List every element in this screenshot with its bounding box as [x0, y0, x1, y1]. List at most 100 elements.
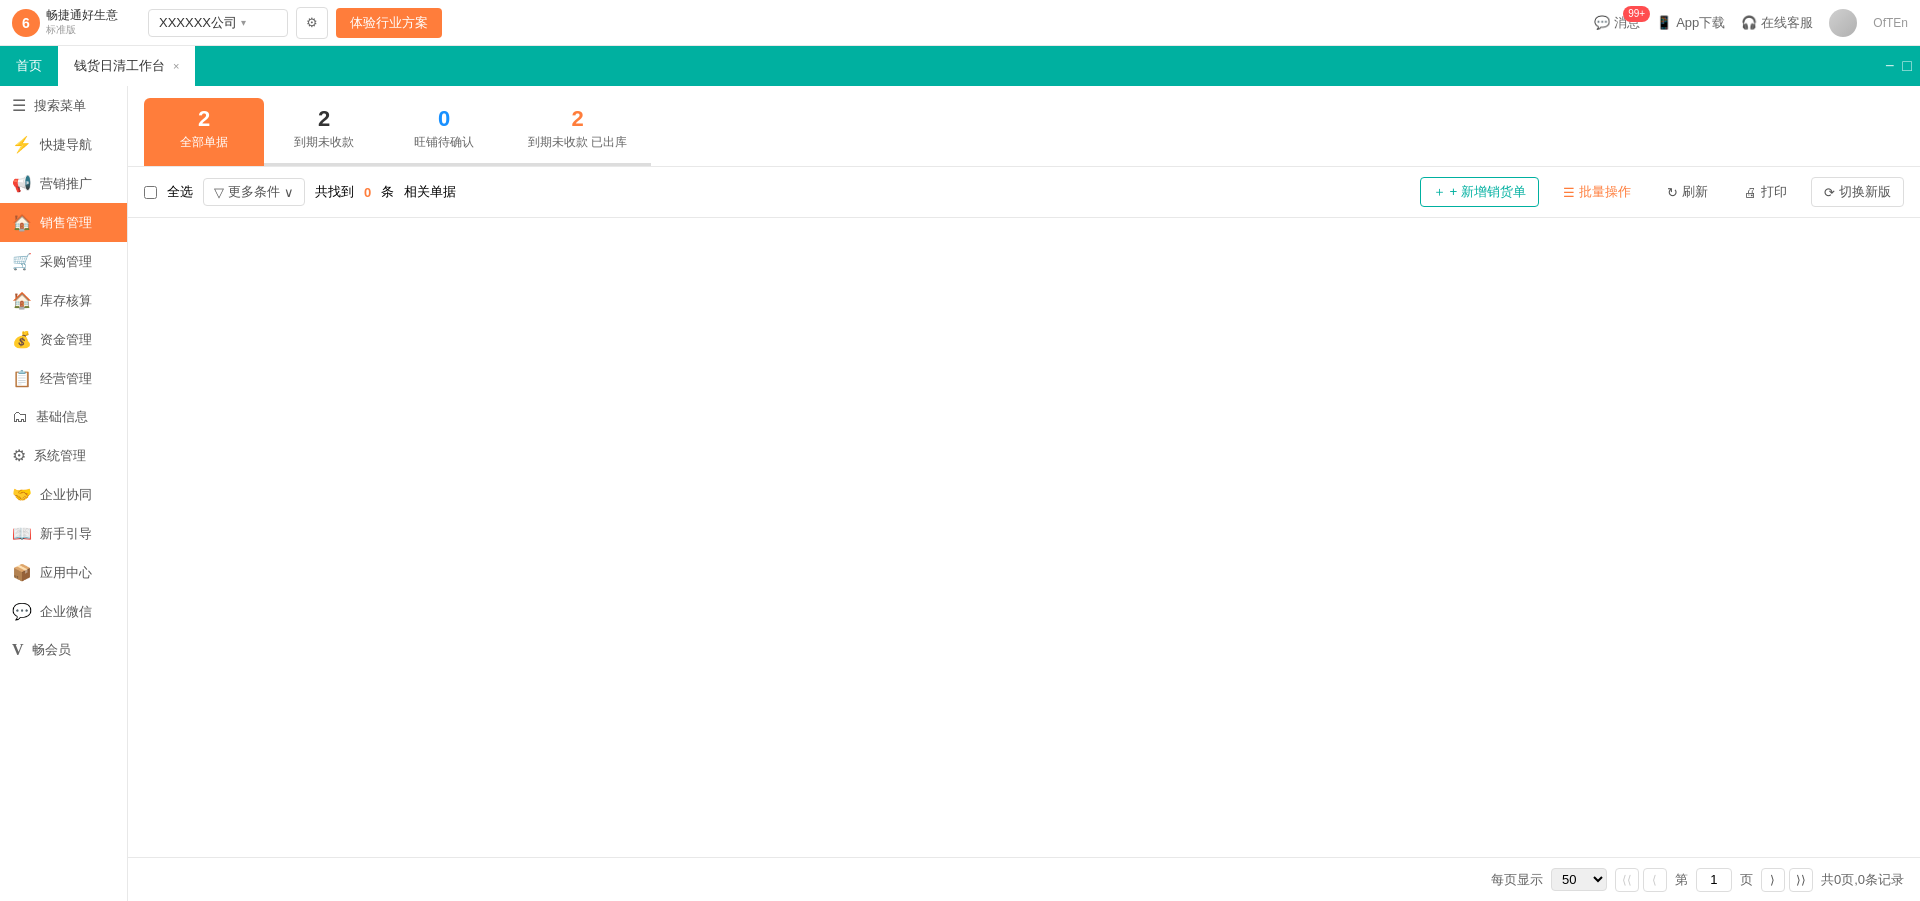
- sidebar-label-quick-nav: 快捷导航: [40, 136, 92, 154]
- refresh-icon: ↻: [1667, 185, 1678, 200]
- online-service-label: 在线客服: [1761, 14, 1813, 32]
- logo-sub: 标准版: [46, 23, 118, 37]
- page-nav: ⟨⟨ ⟨ 第 页 ⟩ ⟩⟩: [1615, 868, 1813, 892]
- company-name: XXXXXX公司: [159, 14, 237, 32]
- sidebar-item-guide[interactable]: 📖 新手引导: [0, 514, 127, 553]
- stats-tabs: 2 全部单据 2 到期未收款 0 旺铺待确认 2 到期未收款 已出库: [144, 98, 1904, 166]
- tab-home-label: 首页: [16, 57, 42, 75]
- quick-nav-icon: ⚡: [12, 135, 32, 154]
- sidebar-label-weixin: 企业微信: [40, 603, 92, 621]
- table-area: [128, 218, 1920, 857]
- sidebar-item-inventory[interactable]: 🏠 库存核算: [0, 281, 127, 320]
- stat-tab-all[interactable]: 2 全部单据: [144, 98, 264, 166]
- tab-home[interactable]: 首页: [0, 46, 58, 86]
- page-suffix-label: 页: [1740, 871, 1753, 889]
- batch-label: 批量操作: [1579, 183, 1631, 201]
- weixin-icon: 💬: [12, 602, 32, 621]
- page-input[interactable]: [1696, 868, 1732, 892]
- minimize-icon[interactable]: −: [1885, 57, 1894, 75]
- tab-work-bench-label: 钱货日清工作台: [74, 57, 165, 75]
- sidebar-label-purchase: 采购管理: [40, 253, 92, 271]
- sidebar-item-marketing[interactable]: 📢 营销推广: [0, 164, 127, 203]
- tab-close-icon[interactable]: ×: [173, 60, 179, 72]
- operation-icon: 📋: [12, 369, 32, 388]
- maximize-icon[interactable]: □: [1902, 57, 1912, 75]
- inventory-icon: 🏠: [12, 291, 32, 310]
- page-last-button[interactable]: ⟩⟩: [1789, 868, 1813, 892]
- stat-num-pending: 0: [438, 106, 450, 132]
- search-menu-icon: ☰: [12, 96, 26, 115]
- username-area[interactable]: OfTEn: [1873, 16, 1908, 30]
- sidebar-label-system: 系统管理: [34, 447, 86, 465]
- sidebar-label-capital: 资金管理: [40, 331, 92, 349]
- avatar[interactable]: [1829, 9, 1857, 37]
- page-total-info: 共0页,0条记录: [1821, 871, 1904, 889]
- page-size-select[interactable]: 20 50 100: [1551, 868, 1607, 891]
- sidebar-label-marketing: 营销推广: [40, 175, 92, 193]
- sidebar-item-search-menu[interactable]: ☰ 搜索菜单: [0, 86, 127, 125]
- sidebar-item-quick-nav[interactable]: ⚡ 快捷导航: [0, 125, 127, 164]
- sidebar-item-system[interactable]: ⚙ 系统管理: [0, 436, 127, 475]
- new-sale-button[interactable]: ＋ + 新增销货单: [1420, 177, 1540, 207]
- select-all-checkbox[interactable]: [144, 186, 157, 199]
- enterprise-icon: 🤝: [12, 485, 32, 504]
- print-label: 打印: [1761, 183, 1787, 201]
- stat-tab-overdue[interactable]: 2 到期未收款: [264, 98, 384, 166]
- service-icon: 🎧: [1741, 15, 1757, 30]
- sidebar-item-enterprise[interactable]: 🤝 企业协同: [0, 475, 127, 514]
- system-icon: ⚙: [12, 446, 26, 465]
- sidebar-item-base-info[interactable]: 🗂 基础信息: [0, 398, 127, 436]
- sidebar-item-app-center[interactable]: 📦 应用中心: [0, 553, 127, 592]
- batch-button[interactable]: ☰ 批量操作: [1551, 179, 1643, 205]
- sidebar-label-search-menu: 搜索菜单: [34, 97, 86, 115]
- page-size-label: 每页显示: [1491, 871, 1543, 889]
- page-next-button[interactable]: ⟩: [1761, 868, 1785, 892]
- plus-icon: ＋: [1433, 183, 1446, 201]
- batch-icon: ☰: [1563, 185, 1575, 200]
- filter-count-prefix: 共找到: [315, 183, 354, 201]
- refresh-label: 刷新: [1682, 183, 1708, 201]
- sidebar-item-operation[interactable]: 📋 经营管理: [0, 359, 127, 398]
- settings-button[interactable]: ⚙: [296, 7, 328, 39]
- filter-button[interactable]: ▽ 更多条件 ∨: [203, 178, 305, 206]
- username-text: OfTEn: [1873, 16, 1908, 30]
- sidebar-item-purchase[interactable]: 🛒 采购管理: [0, 242, 127, 281]
- stat-num-overdue: 2: [318, 106, 330, 132]
- page-first-button[interactable]: ⟨⟨: [1615, 868, 1639, 892]
- page-prev-button[interactable]: ⟨: [1643, 868, 1667, 892]
- print-button[interactable]: 🖨 打印: [1732, 179, 1799, 205]
- stat-num-all: 2: [198, 106, 210, 132]
- tab-work-bench[interactable]: 钱货日清工作台 ×: [58, 46, 195, 86]
- switch-icon: ⟳: [1824, 185, 1835, 200]
- sidebar-item-capital[interactable]: 💰 资金管理: [0, 320, 127, 359]
- capital-icon: 💰: [12, 330, 32, 349]
- online-service-button[interactable]: 🎧 在线客服: [1741, 14, 1813, 32]
- refresh-button[interactable]: ↻ 刷新: [1655, 179, 1720, 205]
- pagination: 每页显示 20 50 100 ⟨⟨ ⟨ 第 页 ⟩ ⟩⟩ 共0页,0条记录: [128, 857, 1920, 901]
- company-selector[interactable]: XXXXXX公司 ▾: [148, 9, 288, 37]
- sidebar-item-member[interactable]: V 畅会员: [0, 631, 127, 669]
- message-button[interactable]: 💬 消息 99+: [1594, 14, 1640, 32]
- stat-tab-overdue-shipped[interactable]: 2 到期未收款 已出库: [504, 98, 651, 166]
- filter-icon: ▽: [214, 185, 224, 200]
- switch-version-button[interactable]: ⟳ 切换新版: [1811, 177, 1904, 207]
- sidebar-item-weixin[interactable]: 💬 企业微信: [0, 592, 127, 631]
- sidebar-item-sales[interactable]: 🏠 销售管理: [0, 203, 127, 242]
- filter-label: 更多条件: [228, 183, 280, 201]
- avatar-image: [1829, 9, 1857, 37]
- marketing-icon: 📢: [12, 174, 32, 193]
- sidebar-label-sales: 销售管理: [40, 214, 92, 232]
- stat-tab-pending[interactable]: 0 旺铺待确认: [384, 98, 504, 166]
- sidebar: ☰ 搜索菜单 ⚡ 快捷导航 📢 营销推广 🏠 销售管理 🛒 采购管理 🏠 库存核…: [0, 86, 128, 901]
- app-download-button[interactable]: 📱 App下载: [1656, 14, 1725, 32]
- toolbar: 全选 ▽ 更多条件 ∨ 共找到 0 条 相关单据 ＋ + 新增销货单 ☰ 批量操…: [128, 167, 1920, 218]
- switch-label: 切换新版: [1839, 183, 1891, 201]
- content-area: 2 全部单据 2 到期未收款 0 旺铺待确认 2 到期未收款 已出库: [128, 86, 1920, 901]
- logo-text: 畅捷通好生意: [46, 8, 118, 24]
- stat-label-overdue: 到期未收款: [294, 134, 354, 151]
- chevron-filter-icon: ∨: [284, 185, 294, 200]
- industry-button[interactable]: 体验行业方案: [336, 8, 442, 38]
- app-icon: 📱: [1656, 15, 1672, 30]
- page-label: 第: [1675, 871, 1688, 889]
- filter-count: 0: [364, 185, 371, 200]
